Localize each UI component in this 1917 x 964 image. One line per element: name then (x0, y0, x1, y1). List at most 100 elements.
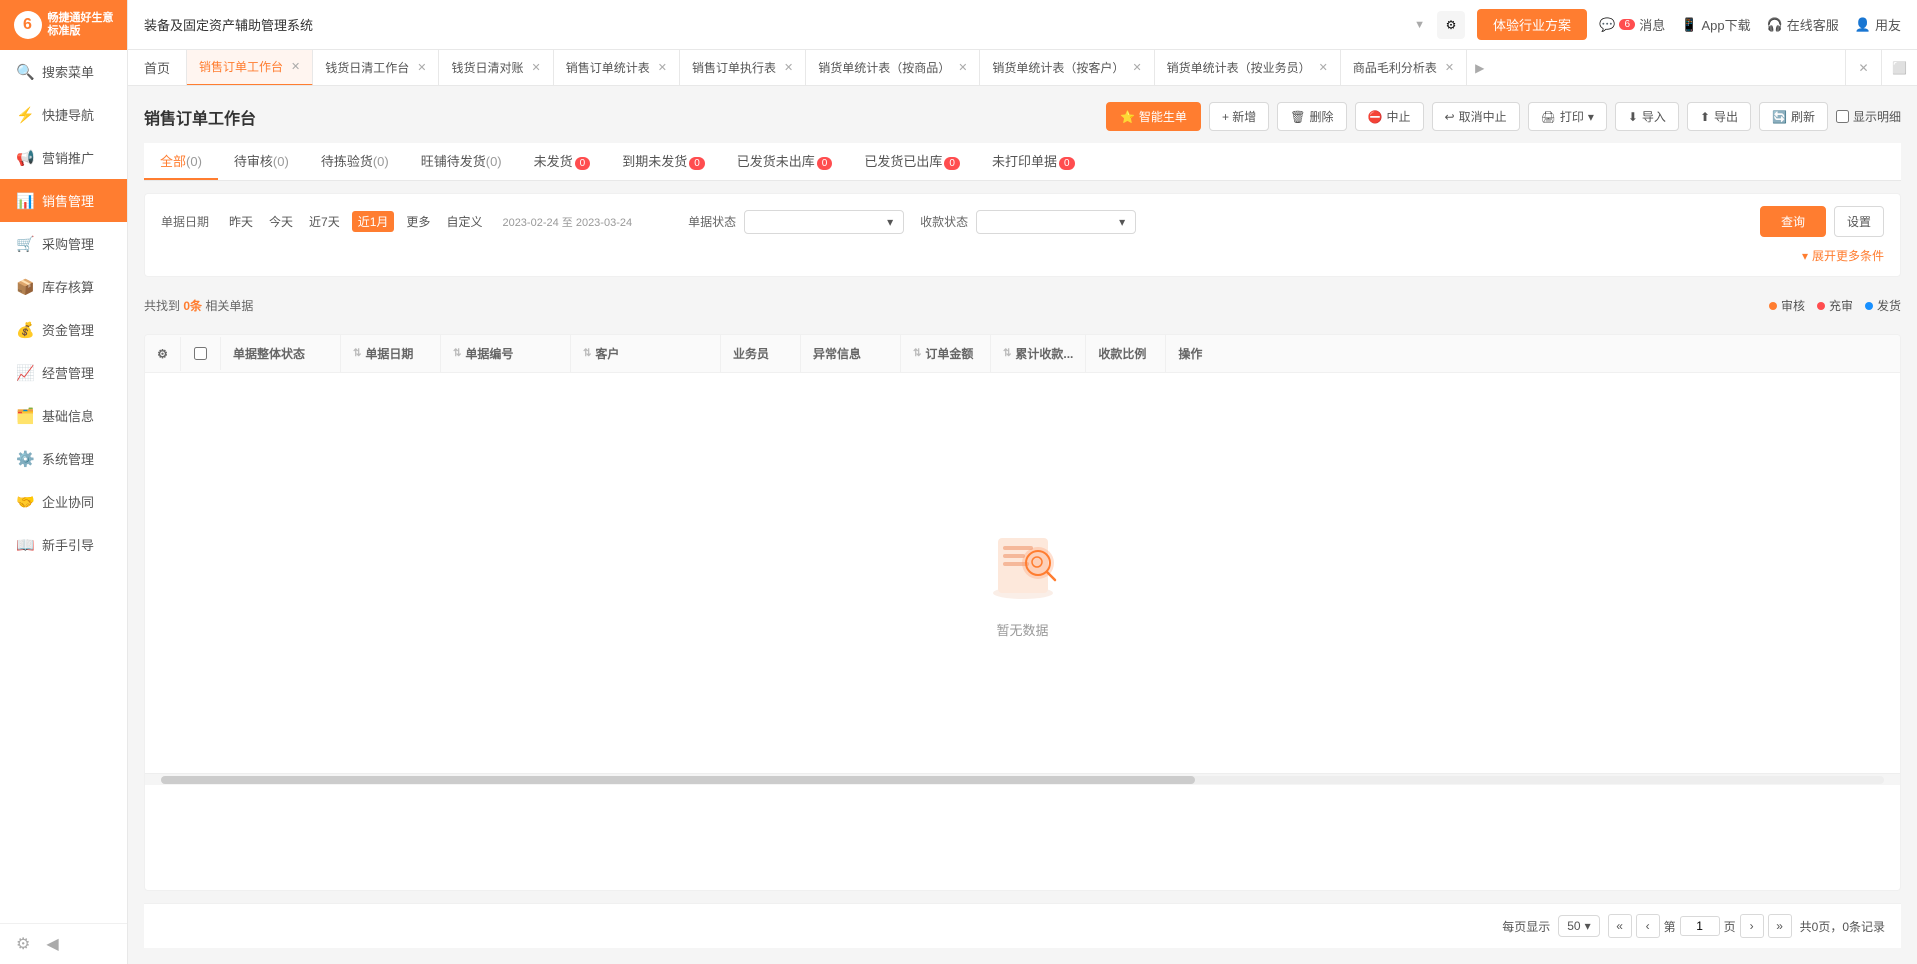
sub-tab-not-printed[interactable]: 未打印单据0 (976, 143, 1091, 180)
sub-tab-shipped-out[interactable]: 已发货已出库0 (848, 143, 976, 180)
tab-more-btn[interactable]: ▶ (1467, 50, 1492, 86)
sidebar-item-sales[interactable]: 📊 销售管理 (0, 179, 127, 222)
date-opt-more[interactable]: 更多 (402, 211, 434, 232)
tab-close-icon[interactable]: ✕ (958, 61, 967, 74)
next-page-btn[interactable]: › (1740, 914, 1764, 938)
tab-close-icon[interactable]: ✕ (784, 61, 793, 74)
first-page-btn[interactable]: « (1608, 914, 1632, 938)
status-select[interactable]: ▾ (744, 210, 904, 234)
settings-icon[interactable]: ⚙ (16, 934, 30, 954)
receipt-select[interactable]: ▾ (976, 210, 1136, 234)
sidebar-item-system[interactable]: ⚙️ 系统管理 (0, 437, 127, 480)
sub-tab-overdue-not-shipped[interactable]: 到期未发货0 (606, 143, 721, 180)
user-action[interactable]: 👤 用友 (1855, 15, 1901, 34)
tab-close-icon[interactable]: ✕ (532, 61, 541, 74)
th-customer[interactable]: ⇅ 客户 (571, 335, 721, 372)
industry-solution-button[interactable]: 体验行业方案 (1477, 9, 1587, 40)
smart-create-button[interactable]: ⭐ 智能生单 (1106, 102, 1201, 131)
date-opt-yesterday[interactable]: 昨天 (225, 211, 257, 232)
th-checkbox[interactable] (181, 337, 221, 370)
query-button[interactable]: 查询 (1760, 206, 1826, 237)
ship-action[interactable]: 发货 (1865, 297, 1901, 314)
sort-icon[interactable]: ⇅ (453, 348, 461, 359)
tab-sales-order-stats[interactable]: 销售订单统计表 ✕ (554, 50, 680, 86)
sidebar-item-marketing[interactable]: 📢 营销推广 (0, 136, 127, 179)
sort-icon[interactable]: ⇅ (353, 348, 361, 359)
tab-sales-stats-staff[interactable]: 销货单统计表（按业务员） ✕ (1155, 50, 1341, 86)
sort-icon[interactable]: ⇅ (583, 348, 591, 359)
tab-sales-order-workbench[interactable]: 销售订单工作台 ✕ (187, 50, 313, 86)
sub-tab-pending-inspection[interactable]: 待拣验货(0) (305, 143, 405, 180)
collapse-icon[interactable]: ◀ (46, 934, 58, 954)
tab-close-icon[interactable]: ✕ (291, 60, 300, 73)
th-collected[interactable]: ⇅ 累计收款... (991, 335, 1086, 372)
th-amount[interactable]: ⇅ 订单金额 (901, 335, 991, 372)
tab-close-icon[interactable]: ✕ (658, 61, 667, 74)
page-number-input[interactable] (1680, 916, 1720, 936)
stop-button[interactable]: ⛔ 中止 (1355, 102, 1424, 131)
date-opt-today[interactable]: 今天 (265, 211, 297, 232)
date-opt-custom[interactable]: 自定义 (442, 211, 486, 232)
sidebar-item-finance[interactable]: 💰 资金管理 (0, 308, 127, 351)
topbar-dropdown[interactable]: ▼ (1414, 19, 1425, 31)
prev-page-btn[interactable]: ‹ (1636, 914, 1660, 938)
scroll-thumb[interactable] (161, 776, 1195, 784)
tab-cash-daily[interactable]: 钱货日清工作台 ✕ (313, 50, 439, 86)
expand-conditions-btn[interactable]: ▾ 展开更多条件 (1802, 247, 1884, 264)
sidebar-item-operations[interactable]: 📈 经营管理 (0, 351, 127, 394)
tab-close-icon[interactable]: ✕ (1132, 61, 1141, 74)
settings-button[interactable]: 设置 (1834, 206, 1884, 237)
tab-pin-left[interactable]: ✕ (1845, 50, 1881, 86)
sidebar-item-basic-info[interactable]: 🗂️ 基础信息 (0, 394, 127, 437)
sidebar-item-guide[interactable]: 📖 新手引导 (0, 523, 127, 566)
tab-cash-check[interactable]: 钱货日清对账 ✕ (439, 50, 553, 86)
tab-pin-right[interactable]: ⬜ (1881, 50, 1917, 86)
date-opt-7days[interactable]: 近7天 (305, 211, 344, 232)
delete-button[interactable]: 🗑 删除 (1277, 102, 1346, 131)
page-size-select[interactable]: 50 ▾ (1558, 915, 1599, 937)
online-service-action[interactable]: 🎧 在线客服 (1767, 15, 1839, 34)
sidebar-item-quick-nav[interactable]: ⚡ 快捷导航 (0, 93, 127, 136)
th-settings[interactable]: ⚙ (145, 337, 181, 371)
select-all-checkbox[interactable] (194, 347, 207, 360)
sidebar-item-enterprise[interactable]: 🤝 企业协同 (0, 480, 127, 523)
sidebar-item-inventory[interactable]: 📦 库存核算 (0, 265, 127, 308)
sub-tab-wangpu[interactable]: 旺铺待发货(0) (405, 143, 518, 180)
tab-product-margin[interactable]: 商品毛利分析表 ✕ (1341, 50, 1467, 86)
cancel-stop-button[interactable]: ↩ 取消中止 (1432, 102, 1520, 131)
tab-close-icon[interactable]: ✕ (417, 61, 426, 74)
review-action[interactable]: 审核 (1769, 297, 1805, 314)
new-button[interactable]: + 新增 (1209, 102, 1269, 131)
sub-tab-all[interactable]: 全部(0) (144, 143, 218, 180)
app-download-action[interactable]: 📱 App下载 (1681, 15, 1750, 34)
message-action[interactable]: 💬 6 消息 (1599, 15, 1665, 34)
tab-sales-order-exec[interactable]: 销售订单执行表 ✕ (680, 50, 806, 86)
cancel-action[interactable]: 充审 (1817, 297, 1853, 314)
date-opt-1month[interactable]: 近1月 (352, 211, 395, 232)
sidebar-item-purchase[interactable]: 🛒 采购管理 (0, 222, 127, 265)
import-button[interactable]: ⬇ 导入 (1615, 102, 1679, 131)
display-detail-checkbox[interactable] (1836, 110, 1849, 123)
sub-tab-not-shipped[interactable]: 未发货0 (518, 143, 607, 180)
stats-row: 共找到 0条 相关单据 审核 充审 发货 (144, 289, 1901, 322)
last-page-btn[interactable]: » (1768, 914, 1792, 938)
tab-sales-stats-customer[interactable]: 销货单统计表（按客户） ✕ (980, 50, 1154, 86)
tab-sales-stats-product[interactable]: 销货单统计表（按商品） ✕ (806, 50, 980, 86)
tab-close-icon[interactable]: ✕ (1445, 61, 1454, 74)
sort-icon[interactable]: ⇅ (913, 348, 921, 359)
tab-close-icon[interactable]: ✕ (1319, 61, 1328, 74)
sub-tabs: 全部(0) 待审核(0) 待拣验货(0) 旺铺待发货(0) 未发货0 到期未发货… (144, 143, 1901, 181)
sub-tab-shipped-not-out[interactable]: 已发货未出库0 (721, 143, 849, 180)
refresh-button[interactable]: 🔄 刷新 (1759, 102, 1828, 131)
print-button[interactable]: 🖨 打印 ▾ (1528, 102, 1607, 131)
sidebar-item-search[interactable]: 🔍 搜索菜单 (0, 50, 127, 93)
tab-home[interactable]: 首页 (128, 50, 187, 86)
sub-tab-pending-review[interactable]: 待审核(0) (218, 143, 305, 180)
display-detail-toggle[interactable]: 显示明细 (1836, 108, 1901, 125)
th-number[interactable]: ⇅ 单据编号 (441, 335, 571, 372)
topbar-settings-btn[interactable]: ⚙ (1437, 11, 1465, 39)
horizontal-scrollbar[interactable] (145, 773, 1900, 785)
sort-icon[interactable]: ⇅ (1003, 348, 1011, 359)
th-date[interactable]: ⇅ 单据日期 (341, 335, 441, 372)
export-button[interactable]: ⬆ 导出 (1687, 102, 1751, 131)
